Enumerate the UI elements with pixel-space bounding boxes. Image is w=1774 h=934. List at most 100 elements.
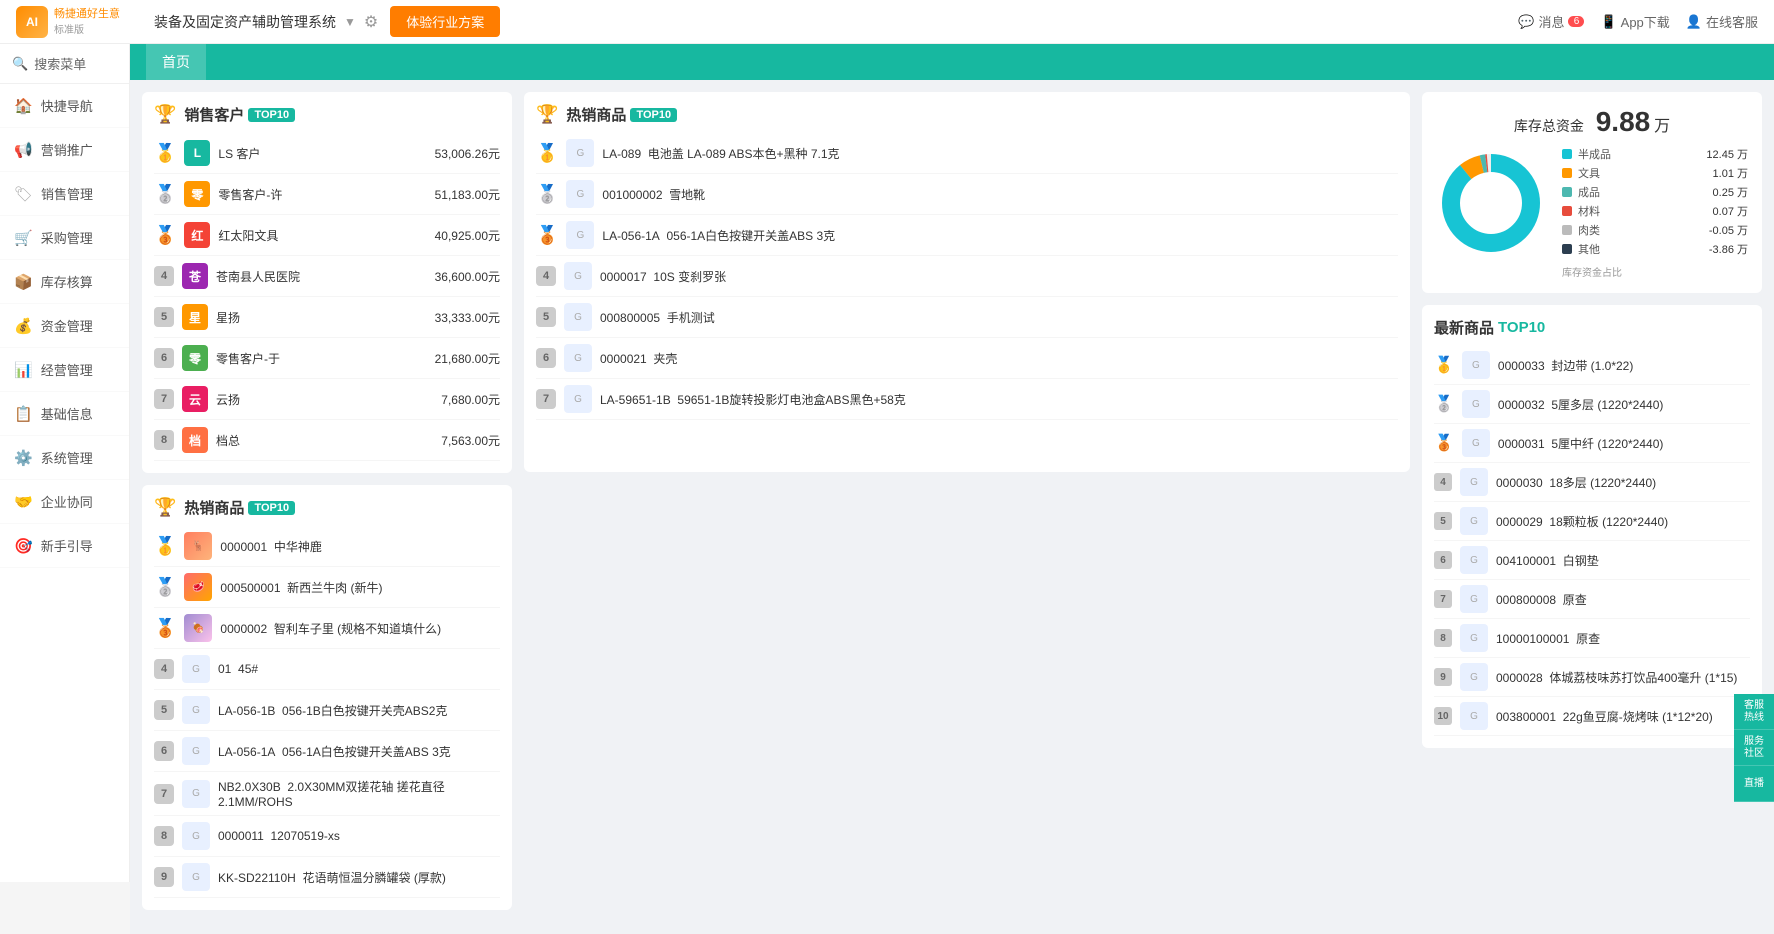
np-item-5: 5 G 0000029 18颗粒板 (1220*2440): [1434, 502, 1750, 541]
hp-img-3: 🍖: [184, 614, 212, 642]
ps-item-3: 🥉 G LA-056-1A 056-1A白色按键开关盖ABS 3克: [536, 215, 1398, 256]
trial-button[interactable]: 体验行业方案: [390, 6, 500, 37]
legend-item-5: 其他 -3.86 万: [1562, 241, 1748, 257]
hot-prod-3: 🥉 🍖 0000002 智利车子里 (规格不知道填什么): [154, 608, 500, 649]
product-sales-list: 🥇 G LA-089 电池盖 LA-089 ABS本色+黑种 7.1克 🥈 G …: [536, 133, 1398, 420]
ps-medal-1: 🥇: [536, 143, 558, 164]
legend-dot-5: [1562, 244, 1572, 254]
ps-item-2: 🥈 G 001000002 雪地靴: [536, 174, 1398, 215]
customer-rank-7: 7 云 云扬 7,680.00元: [154, 379, 500, 420]
product-sales-header: 🏆 热销商品 TOP10: [536, 104, 1398, 125]
right-panel: 库存总资金 9.88 万: [1422, 92, 1762, 922]
company-icon: 🤝: [14, 493, 33, 511]
donut-chart: [1436, 148, 1546, 258]
trophy-icon: 🏆: [154, 104, 176, 125]
sidebar-item-system[interactable]: ⚙️ 系统管理: [0, 436, 129, 480]
float-btn-community[interactable]: 服务 社区: [1734, 730, 1774, 766]
np-medal-2: 🥈: [1434, 394, 1454, 414]
customer-rank-8: 8 档 档总 7,563.00元: [154, 420, 500, 461]
finance-icon: 💰: [14, 317, 33, 335]
customer-avatar-1: L: [184, 140, 210, 166]
np-item-8: 8 G 10000100001 原查: [1434, 619, 1750, 658]
np-icon-3: G: [1462, 429, 1490, 457]
logo-area: AI 畅捷通好生意 标准版: [16, 6, 146, 38]
new-products-list: 🥇 G 0000033 封边带 (1.0*22) 🥈 G 0000032 5厘多…: [1434, 346, 1750, 736]
hp-icon-6: G: [182, 737, 210, 765]
content-area: 🏆 销售客户 TOP10 🥇 L LS 客户 53,006.26元: [130, 80, 1774, 934]
legend-dot-4: [1562, 225, 1572, 235]
customer-top10-header: 🏆 销售客户 TOP10: [154, 104, 500, 125]
customer-avatar-6: 零: [182, 345, 208, 371]
basic-icon: 📋: [14, 405, 33, 423]
ps-item-7: 7 G LA-59651-1B 59651-1B旋转投影灯电池盒ABS黑色+58…: [536, 379, 1398, 420]
hp-medal-1: 🥇: [154, 536, 176, 557]
customer-rank-2: 🥈 零 零售客户-许 51,183.00元: [154, 174, 500, 215]
inventory-icon: 📦: [14, 273, 33, 291]
hp-img-2: 🥩: [184, 573, 212, 601]
legend-item-1: 文具 1.01 万: [1562, 165, 1748, 181]
tab-home[interactable]: 首页: [146, 44, 206, 80]
marketing-icon: 📢: [14, 141, 33, 159]
product-sales-card: 🏆 热销商品 TOP10 🥇 G LA-089 电池盖 LA-089 ABS本色…: [524, 92, 1410, 472]
purchase-icon: 🛒: [14, 229, 33, 247]
page-nav: 首页: [130, 44, 1774, 80]
np-icon-7: G: [1460, 585, 1488, 613]
sidebar-item-basic[interactable]: 📋 基础信息: [0, 392, 129, 436]
ps-icon-5: G: [564, 303, 592, 331]
np-icon-1: G: [1462, 351, 1490, 379]
hot-products-list: 🥇 🦌 0000001 中华神鹿 🥈 🥩 000500001 新西兰牛肉 (新牛…: [154, 526, 500, 898]
float-btn-service[interactable]: 客服 热线: [1734, 694, 1774, 730]
hp-medal-2: 🥈: [154, 577, 176, 598]
app-icon: 📱: [1600, 14, 1616, 30]
sidebar-item-quick-nav[interactable]: 🏠 快捷导航: [0, 84, 129, 128]
ps-icon-6: G: [564, 344, 592, 372]
logo-text: 畅捷通好生意 标准版: [54, 7, 120, 36]
search-menu-button[interactable]: 🔍 搜索菜单: [0, 44, 129, 84]
messages-button[interactable]: 💬 消息 6: [1518, 12, 1584, 31]
hot-products-card: 🏆 热销商品 TOP10 🥇 🦌 0000001 中华神鹿: [142, 485, 512, 910]
medal-gold-icon: 🥇: [154, 143, 176, 164]
dropdown-arrow-icon[interactable]: ▼: [344, 15, 356, 29]
customer-top10-card: 🏆 销售客户 TOP10 🥇 L LS 客户 53,006.26元: [142, 92, 512, 473]
hot-products-header: 🏆 热销商品 TOP10: [154, 497, 500, 518]
settings-icon[interactable]: ⚙: [364, 12, 378, 32]
top-header: AI 畅捷通好生意 标准版 装备及固定资产辅助管理系统 ▼ ⚙ 体验行业方案 💬…: [0, 0, 1774, 44]
np-icon-9: G: [1460, 663, 1488, 691]
sidebar-item-sales[interactable]: 🏷 销售管理: [0, 172, 129, 216]
sidebar-item-purchase[interactable]: 🛒 采购管理: [0, 216, 129, 260]
sidebar-item-operation[interactable]: 📊 经营管理: [0, 348, 129, 392]
logo-icon: AI: [16, 6, 48, 38]
ps-medal-2: 🥈: [536, 184, 558, 205]
ps-icon-7: G: [564, 385, 592, 413]
hot-prod-8: 8 G 0000011 12070519-xs: [154, 816, 500, 857]
sidebar-item-company[interactable]: 🤝 企业协同: [0, 480, 129, 524]
ps-icon-2: G: [566, 180, 594, 208]
np-item-10: 10 G 003800001 22g鱼豆腐-烧烤味 (1*12*20): [1434, 697, 1750, 736]
ps-icon-4: G: [564, 262, 592, 290]
customer-avatar-2: 零: [184, 181, 210, 207]
hp-img-1: 🦌: [184, 532, 212, 560]
app-download-button[interactable]: 📱 App下载: [1600, 12, 1669, 31]
customer-avatar-7: 云: [182, 386, 208, 412]
inventory-card: 库存总资金 9.88 万: [1422, 92, 1762, 293]
customer-avatar-5: 星: [182, 304, 208, 330]
sidebar-item-inventory[interactable]: 📦 库存核算: [0, 260, 129, 304]
ps-item-1: 🥇 G LA-089 电池盖 LA-089 ABS本色+黑种 7.1克: [536, 133, 1398, 174]
customer-rank-5: 5 星 星扬 33,333.00元: [154, 297, 500, 338]
legend-dot-0: [1562, 149, 1572, 159]
ps-item-5: 5 G 000800005 手机测试: [536, 297, 1398, 338]
sidebar-item-guide[interactable]: 🎯 新手引导: [0, 524, 129, 568]
sidebar-item-finance[interactable]: 💰 资金管理: [0, 304, 129, 348]
np-icon-8: G: [1460, 624, 1488, 652]
sidebar-item-marketing[interactable]: 📢 营销推广: [0, 128, 129, 172]
center-panel: 🏆 热销商品 TOP10 🥇 G LA-089 电池盖 LA-089 ABS本色…: [524, 92, 1410, 922]
medal-silver-icon: 🥈: [154, 184, 176, 205]
hot-prod-5: 5 G LA-056-1B 056-1B白色按键开关壳ABS2克: [154, 690, 500, 731]
customer-avatar-8: 档: [182, 427, 208, 453]
legend-item-0: 半成品 12.45 万: [1562, 146, 1748, 162]
ps-item-4: 4 G 0000017 10S 变刹罗张: [536, 256, 1398, 297]
np-item-6: 6 G 004100001 白钢垫: [1434, 541, 1750, 580]
online-service-button[interactable]: 👤 在线客服: [1686, 12, 1758, 31]
hot-products-title: 热销商品 TOP10: [184, 497, 295, 518]
float-btn-live[interactable]: 直播: [1734, 766, 1774, 802]
